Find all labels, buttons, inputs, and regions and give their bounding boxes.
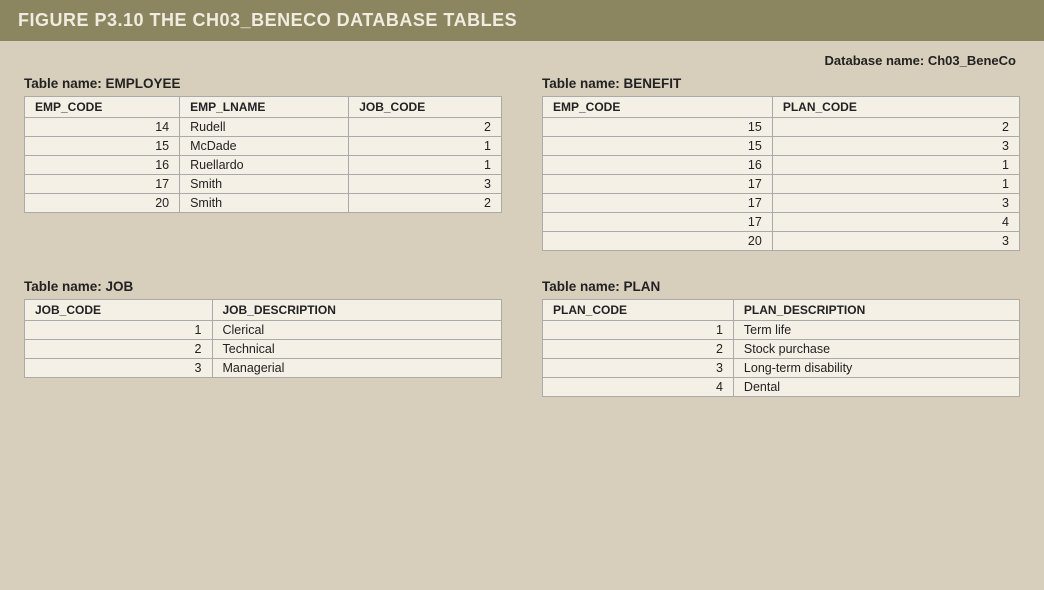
benefit-emp-code-cell: 15 (543, 137, 773, 156)
table-row: 1 Term life (543, 321, 1020, 340)
plan-code-cell: 3 (543, 359, 734, 378)
table-row: 15 2 (543, 118, 1020, 137)
table-row: 15 3 (543, 137, 1020, 156)
benefit-emp-code-cell: 17 (543, 213, 773, 232)
job-desc-cell: Managerial (212, 359, 502, 378)
emp-lname-cell: McDade (180, 137, 349, 156)
tables-grid: Table name: EMPLOYEE EMP_CODE EMP_LNAME … (24, 76, 1020, 397)
benefit-plan-code-cell: 1 (772, 175, 1019, 194)
job-table: JOB_CODE JOB_DESCRIPTION 1 Clerical 2 Te… (24, 299, 502, 378)
emp-code-cell: 20 (25, 194, 180, 213)
plan-code-cell: 2 (543, 340, 734, 359)
job-section: Table name: JOB JOB_CODE JOB_DESCRIPTION… (24, 279, 502, 397)
employee-col-job-code: JOB_CODE (349, 97, 502, 118)
page-header: FIGURE P3.10 THE CH03_BENECO DATABASE TA… (0, 0, 1044, 41)
employee-table: EMP_CODE EMP_LNAME JOB_CODE 14 Rudell 2 … (24, 96, 502, 213)
employee-col-emp-lname: EMP_LNAME (180, 97, 349, 118)
plan-code-cell: 1 (543, 321, 734, 340)
benefit-plan-code-cell: 1 (772, 156, 1019, 175)
emp-lname-cell: Smith (180, 194, 349, 213)
plan-desc-cell: Long-term disability (733, 359, 1019, 378)
job-code-cell: 2 (25, 340, 213, 359)
table-row: 16 1 (543, 156, 1020, 175)
table-row: 3 Managerial (25, 359, 502, 378)
job-code-cell: 2 (349, 118, 502, 137)
benefit-table-title: Table name: BENEFIT (542, 76, 1020, 91)
table-row: 17 1 (543, 175, 1020, 194)
benefit-emp-code-cell: 17 (543, 194, 773, 213)
emp-code-cell: 17 (25, 175, 180, 194)
benefit-emp-code-cell: 15 (543, 118, 773, 137)
job-code-cell: 1 (349, 137, 502, 156)
emp-code-cell: 15 (25, 137, 180, 156)
table-row: 20 Smith 2 (25, 194, 502, 213)
table-row: 16 Ruellardo 1 (25, 156, 502, 175)
table-row: 4 Dental (543, 378, 1020, 397)
table-row: 17 Smith 3 (25, 175, 502, 194)
emp-lname-cell: Rudell (180, 118, 349, 137)
table-row: 2 Technical (25, 340, 502, 359)
plan-desc-cell: Stock purchase (733, 340, 1019, 359)
table-row: 15 McDade 1 (25, 137, 502, 156)
table-row: 1 Clerical (25, 321, 502, 340)
main-content: Database name: Ch03_BeneCo Table name: E… (0, 41, 1044, 409)
benefit-table: EMP_CODE PLAN_CODE 15 2 15 3 16 1 17 1 1… (542, 96, 1020, 251)
job-col-job-description: JOB_DESCRIPTION (212, 300, 502, 321)
emp-code-cell: 16 (25, 156, 180, 175)
job-code-cell: 3 (25, 359, 213, 378)
job-code-cell: 1 (349, 156, 502, 175)
plan-code-cell: 4 (543, 378, 734, 397)
table-row: 3 Long-term disability (543, 359, 1020, 378)
table-row: 17 4 (543, 213, 1020, 232)
job-code-cell: 2 (349, 194, 502, 213)
job-code-cell: 1 (25, 321, 213, 340)
table-row: 2 Stock purchase (543, 340, 1020, 359)
job-table-title: Table name: JOB (24, 279, 502, 294)
emp-lname-cell: Smith (180, 175, 349, 194)
plan-col-plan-code: PLAN_CODE (543, 300, 734, 321)
plan-table: PLAN_CODE PLAN_DESCRIPTION 1 Term life 2… (542, 299, 1020, 397)
benefit-emp-code-cell: 20 (543, 232, 773, 251)
job-col-job-code: JOB_CODE (25, 300, 213, 321)
table-row: 14 Rudell 2 (25, 118, 502, 137)
plan-table-title: Table name: PLAN (542, 279, 1020, 294)
job-desc-cell: Technical (212, 340, 502, 359)
job-desc-cell: Clerical (212, 321, 502, 340)
table-row: 17 3 (543, 194, 1020, 213)
table-row: 20 3 (543, 232, 1020, 251)
benefit-col-emp-code: EMP_CODE (543, 97, 773, 118)
employee-table-title: Table name: EMPLOYEE (24, 76, 502, 91)
benefit-plan-code-cell: 3 (772, 137, 1019, 156)
benefit-plan-code-cell: 4 (772, 213, 1019, 232)
header-title: FIGURE P3.10 THE CH03_BENECO DATABASE TA… (18, 10, 517, 30)
benefit-plan-code-cell: 2 (772, 118, 1019, 137)
benefit-emp-code-cell: 16 (543, 156, 773, 175)
benefit-col-plan-code: PLAN_CODE (772, 97, 1019, 118)
database-name-label: Database name: Ch03_BeneCo (24, 53, 1016, 68)
job-code-cell: 3 (349, 175, 502, 194)
plan-desc-cell: Dental (733, 378, 1019, 397)
benefit-emp-code-cell: 17 (543, 175, 773, 194)
plan-desc-cell: Term life (733, 321, 1019, 340)
benefit-plan-code-cell: 3 (772, 194, 1019, 213)
plan-col-plan-description: PLAN_DESCRIPTION (733, 300, 1019, 321)
benefit-section: Table name: BENEFIT EMP_CODE PLAN_CODE 1… (542, 76, 1020, 251)
employee-section: Table name: EMPLOYEE EMP_CODE EMP_LNAME … (24, 76, 502, 251)
plan-section: Table name: PLAN PLAN_CODE PLAN_DESCRIPT… (542, 279, 1020, 397)
benefit-plan-code-cell: 3 (772, 232, 1019, 251)
emp-lname-cell: Ruellardo (180, 156, 349, 175)
emp-code-cell: 14 (25, 118, 180, 137)
employee-col-emp-code: EMP_CODE (25, 97, 180, 118)
